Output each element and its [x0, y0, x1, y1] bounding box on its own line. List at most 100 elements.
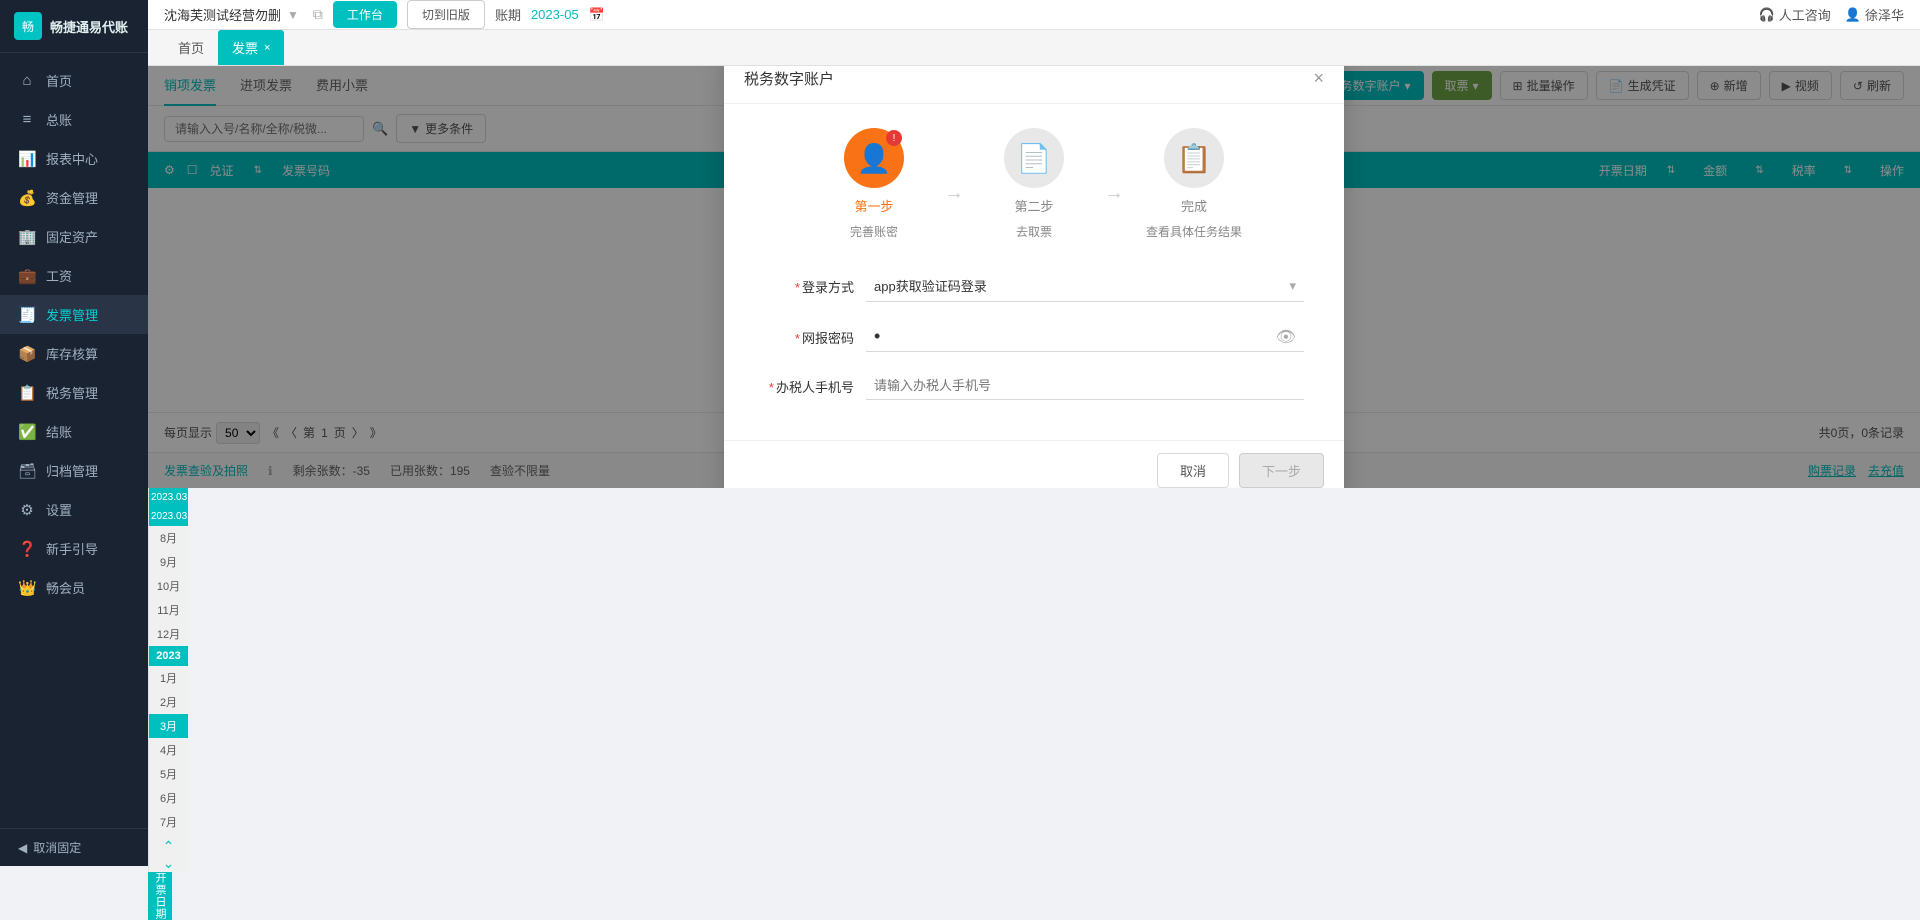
sidebar-label-ledger: 总账 [46, 110, 72, 129]
phone-label: 办税人手机号 [764, 377, 854, 396]
content-area: 销项发票 进项发票 费用小票 🏦 税务数字账户 ▾ 取票 ▾ ⊞ 批量 [148, 66, 1920, 488]
login-method-select[interactable]: app获取验证码登录 ▾ [866, 270, 1304, 302]
dialog-footer: 取消 下一步 [724, 440, 1344, 488]
month-6[interactable]: 6月 [149, 786, 188, 810]
settings-icon: ⚙ [18, 501, 36, 519]
expand-up-icon[interactable]: ⌃ [163, 838, 175, 855]
invoice-icon: 🧾 [18, 306, 36, 324]
switch-version-button[interactable]: 切到旧版 [407, 0, 485, 29]
sidebar-item-home[interactable]: ⌂ 首页 [0, 61, 148, 100]
step1-icon-wrap: 👤 ! [844, 128, 904, 188]
user-avatar[interactable]: 👤 徐泽华 [1845, 5, 1904, 24]
month-1[interactable]: 1月 [149, 666, 188, 690]
month-5[interactable]: 5月 [149, 762, 188, 786]
year-2023[interactable]: 2023 [149, 646, 188, 666]
sidebar-label-settings: 设置 [46, 500, 72, 519]
cancel-button[interactable]: 取消 [1157, 453, 1229, 488]
step-3: 📋 完成 查看具体任务结果 [1124, 128, 1264, 240]
period-label: 账期 [495, 5, 521, 24]
top-header: 沈海芙测试经营勿删 ▼ ⧉ 工作台 切到旧版 账期 2023-05 📅 🎧 人工… [148, 0, 1920, 30]
step-2: 📄 第二步 去取票 [964, 128, 1104, 240]
headset-icon: 🎧 [1759, 7, 1775, 23]
sidebar-footer-label: 取消固定 [33, 839, 81, 856]
month-9[interactable]: 9月 [149, 550, 188, 574]
arrow-1: → [944, 182, 964, 205]
pin-icon: ◀ [18, 841, 27, 855]
sidebar-label-reports: 报表中心 [46, 149, 98, 168]
month-3[interactable]: 3月 [149, 714, 188, 738]
user-name: 徐泽华 [1865, 5, 1904, 24]
tab-invoice[interactable]: 发票 × [218, 30, 284, 65]
payroll-icon: 💼 [18, 267, 36, 285]
period-item-1[interactable]: 2023.03 [149, 488, 188, 507]
company-selector[interactable]: 沈海芙测试经营勿删 ▼ [164, 5, 299, 24]
inventory-icon: 📦 [18, 345, 36, 363]
phone-row: 办税人手机号 [764, 372, 1304, 400]
sidebar-label-payroll: 工资 [46, 266, 72, 285]
arrow-2: → [1104, 182, 1124, 205]
dialog-close-button[interactable]: × [1313, 68, 1324, 89]
ai-service[interactable]: 🎧 人工咨询 [1759, 5, 1831, 24]
dialog-header: 税务数字账户 × [724, 66, 1344, 104]
sidebar-footer[interactable]: ◀ 取消固定 [0, 828, 148, 866]
month-panel: 2023.03 2023.03 8月 9月 10月 11月 12月 2023 1… [148, 488, 188, 872]
logo-text: 畅捷通易代账 [50, 17, 128, 36]
sidebar-item-tax[interactable]: 📋 税务管理 [0, 373, 148, 412]
month-11[interactable]: 11月 [149, 598, 188, 622]
workspace-button[interactable]: 工作台 [333, 1, 397, 28]
modal-overlay: 税务数字账户 × 👤 ! [148, 66, 1920, 488]
dialog-title: 税务数字账户 [744, 68, 834, 89]
phone-input[interactable] [866, 372, 1304, 400]
user-icon: 👤 [1845, 7, 1861, 23]
month-7[interactable]: 7月 [149, 810, 188, 834]
ledger-icon: ≡ [18, 111, 36, 128]
month-8[interactable]: 8月 [149, 526, 188, 550]
sidebar-item-funds[interactable]: 💰 资金管理 [0, 178, 148, 217]
tab-close-icon[interactable]: × [264, 42, 270, 54]
sidebar-item-reports[interactable]: 📊 报表中心 [0, 139, 148, 178]
sidebar-item-payroll[interactable]: 💼 工资 [0, 256, 148, 295]
tab-invoice-label: 发票 [232, 38, 258, 57]
password-value: • [874, 326, 880, 347]
open-date-label: 开票日期 [152, 872, 168, 920]
eye-toggle-icon[interactable]: 👁 [1276, 327, 1296, 347]
form: 登录方式 app获取验证码登录 ▾ 网报密码 • [764, 270, 1304, 400]
password-field-wrap: • 👁 [866, 322, 1304, 352]
sidebar-item-guide[interactable]: ❓ 新手引导 [0, 529, 148, 568]
month-2[interactable]: 2月 [149, 690, 188, 714]
tab-home[interactable]: 首页 [164, 30, 218, 65]
month-12[interactable]: 12月 [149, 622, 188, 646]
copy-icon[interactable]: ⧉ [313, 6, 323, 23]
password-row: 网报密码 • 👁 [764, 322, 1304, 352]
sidebar: 畅 畅捷通易代账 ⌂ 首页 ≡ 总账 📊 报表中心 💰 资金管理 🏢 固定资产 … [0, 0, 148, 866]
company-name: 沈海芙测试经营勿删 [164, 5, 281, 24]
expand-down-icon[interactable]: ⌄ [163, 855, 175, 872]
month-10[interactable]: 10月 [149, 574, 188, 598]
sidebar-item-settle[interactable]: ✅ 结账 [0, 412, 148, 451]
sidebar-item-ledger[interactable]: ≡ 总账 [0, 100, 148, 139]
sidebar-item-settings[interactable]: ⚙ 设置 [0, 490, 148, 529]
month-4[interactable]: 4月 [149, 738, 188, 762]
period-value: 2023-05 [531, 7, 579, 22]
steps: 👤 ! 第一步 完善账密 → 📄 [764, 128, 1304, 240]
sidebar-item-invoice[interactable]: 🧾 发票管理 [0, 295, 148, 334]
next-button[interactable]: 下一步 [1239, 453, 1324, 488]
logo-icon: 畅 [14, 12, 42, 40]
step3-sublabel: 查看具体任务结果 [1146, 223, 1242, 240]
sidebar-label-home: 首页 [46, 71, 72, 90]
sidebar-label-invoice: 发票管理 [46, 305, 98, 324]
period-item-2[interactable]: 2023.03 [149, 507, 188, 526]
assets-icon: 🏢 [18, 228, 36, 246]
member-icon: 👑 [18, 579, 36, 597]
open-date-panel[interactable]: 开票日期 [148, 872, 172, 920]
sidebar-item-inventory[interactable]: 📦 库存核算 [0, 334, 148, 373]
login-method-value: app获取验证码登录 [874, 276, 987, 295]
sidebar-item-member[interactable]: 👑 畅会员 [0, 568, 148, 607]
sidebar-item-assets[interactable]: 🏢 固定资产 [0, 217, 148, 256]
sidebar-label-guide: 新手引导 [46, 539, 98, 558]
step2-sublabel: 去取票 [1016, 223, 1052, 240]
calendar-icon[interactable]: 📅 [589, 7, 605, 23]
guide-icon: ❓ [18, 540, 36, 558]
tax-icon: 📋 [18, 384, 36, 402]
sidebar-item-archive[interactable]: 🗃 归档管理 [0, 451, 148, 490]
